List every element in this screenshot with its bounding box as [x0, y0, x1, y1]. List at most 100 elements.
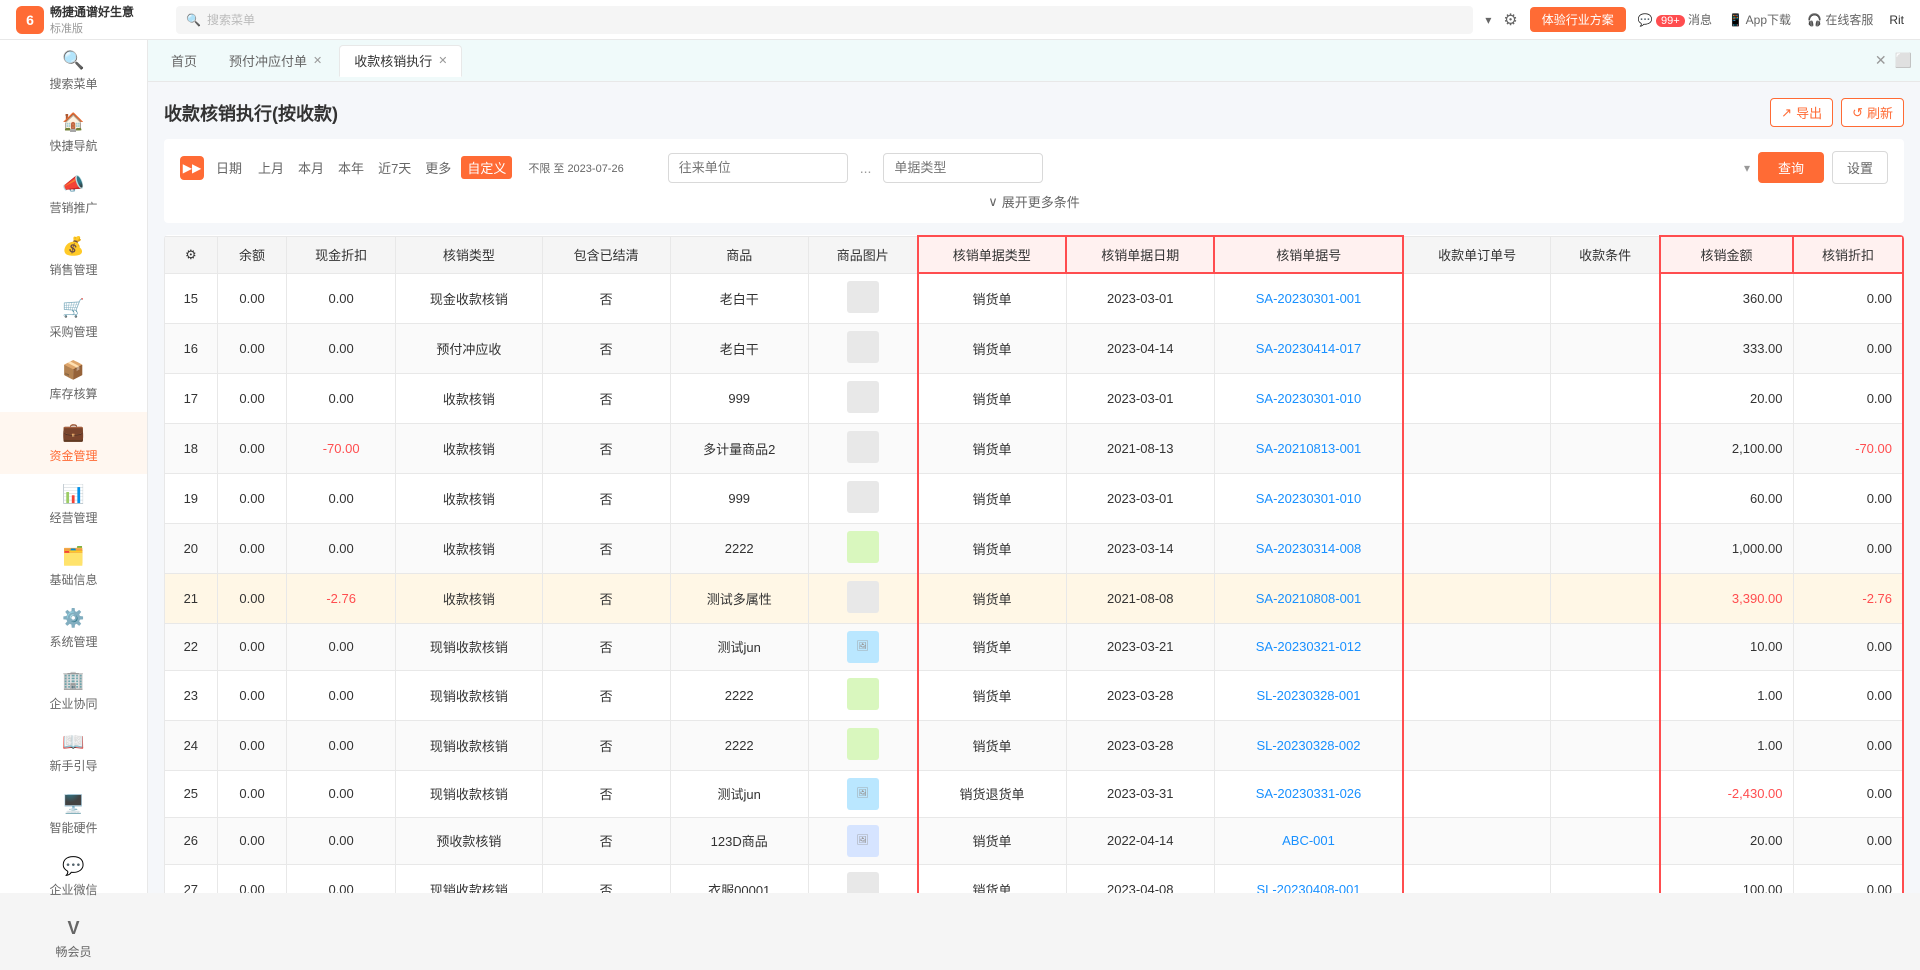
write-off-no-link[interactable]: SA-20230414-017	[1256, 341, 1362, 356]
write-off-no-link[interactable]: SL-20230328-001	[1256, 688, 1360, 703]
table-header-row: ⚙ 余额 现金折扣 核销类型 包含已结清 商品 商品图片 核销单据类型 核销单据…	[165, 236, 1904, 273]
write-off-no-link[interactable]: SA-20210808-001	[1256, 591, 1362, 606]
cell-receipt-no	[1403, 573, 1551, 623]
query-button[interactable]: 查询	[1758, 152, 1824, 183]
expand-down-icon: ∨	[988, 194, 998, 210]
cell-write-off-no: SL-20230328-002	[1214, 720, 1403, 770]
date-7days-btn[interactable]: 近7天	[374, 156, 415, 179]
date-custom-btn[interactable]: 自定义	[461, 156, 512, 179]
tab-home-label: 首页	[171, 51, 197, 70]
dropdown-arrow[interactable]: ▾	[1485, 13, 1491, 27]
sidebar-item-guide[interactable]: 📖 新手引导	[0, 722, 147, 784]
write-off-no-link[interactable]: SA-20230301-010	[1256, 391, 1362, 406]
cell-write-off-date: 2023-03-01	[1066, 373, 1214, 423]
settings-gear-icon[interactable]: ⚙	[1503, 10, 1517, 30]
tab-prepay-label: 预付冲应付单	[229, 51, 307, 70]
sidebar-item-marketing[interactable]: 📣 营销推广	[0, 164, 147, 226]
cell-balance: 0.00	[217, 864, 287, 893]
sidebar-item-label: 经营管理	[49, 509, 97, 526]
sidebar-item-label: 系统管理	[49, 633, 97, 650]
sidebar-item-vip[interactable]: V 畅会员	[0, 908, 147, 970]
th-settings[interactable]: ⚙	[165, 236, 218, 273]
th-write-off-discount: 核销折扣	[1793, 236, 1903, 273]
date-more-btn[interactable]: 更多	[421, 156, 455, 179]
chevron-right-icon: ▶▶	[183, 161, 201, 175]
sidebar: 🔍 搜索菜单 🏠 快捷导航 📣 营销推广 💰 销售管理 🛒 采购管理 📦 库存核…	[0, 40, 148, 893]
single-type-input[interactable]	[883, 153, 1043, 183]
tab-home[interactable]: 首页	[156, 45, 212, 77]
cell-write-off-discount: 0.00	[1793, 720, 1903, 770]
cell-type: 预收款核销	[395, 817, 542, 864]
cell-write-off-no: SA-20230314-008	[1214, 523, 1403, 573]
tab-collection[interactable]: 收款核销执行 ✕	[339, 45, 462, 77]
cell-cash-discount: -2.76	[287, 573, 395, 623]
sidebar-item-operation[interactable]: 📊 经营管理	[0, 474, 147, 536]
sidebar-item-enterprise[interactable]: 🏢 企业协同	[0, 660, 147, 722]
sidebar-item-wechat[interactable]: 💬 企业微信	[0, 846, 147, 908]
cell-product-img: 🖼	[808, 623, 917, 670]
cell-type: 现销收款核销	[395, 770, 542, 817]
sidebar-item-basic-info[interactable]: 🗂️ 基础信息	[0, 536, 147, 598]
message-icon[interactable]: 💬 99+ 消息	[1638, 11, 1712, 28]
table-row: 20 0.00 0.00 收款核销 否 2222 销货单 2023-03-14 …	[165, 523, 1904, 573]
maximize-icon[interactable]: ⬜	[1895, 52, 1912, 69]
date-this-month-btn[interactable]: 本月	[294, 156, 328, 179]
write-off-no-link[interactable]: SA-20230321-012	[1256, 639, 1362, 654]
online-service[interactable]: 🎧 在线客服	[1807, 11, 1873, 28]
filter-collapse-btn[interactable]: ▶▶	[180, 156, 204, 180]
sidebar-item-sales[interactable]: 💰 销售管理	[0, 226, 147, 288]
write-off-no-link[interactable]: SA-20210813-001	[1256, 441, 1362, 456]
tab-prepay[interactable]: 预付冲应付单 ✕	[214, 45, 337, 77]
tab-prepay-close[interactable]: ✕	[313, 54, 322, 67]
date-last-month-btn[interactable]: 上月	[254, 156, 288, 179]
write-off-no-link[interactable]: SA-20230301-010	[1256, 491, 1362, 506]
cell-write-off-no: SA-20230414-017	[1214, 323, 1403, 373]
cell-write-off-date: 2023-03-01	[1066, 473, 1214, 523]
write-off-no-link[interactable]: SL-20230408-001	[1256, 882, 1360, 894]
cell-write-off-type: 销货单	[918, 864, 1066, 893]
cell-balance: 0.00	[217, 323, 287, 373]
filter-expand[interactable]: ∨ 展开更多条件	[180, 192, 1888, 211]
marketing-icon: 📣	[62, 174, 84, 195]
cell-product: 2222	[670, 523, 808, 573]
sidebar-item-hardware[interactable]: 🖥️ 智能硬件	[0, 784, 147, 846]
write-off-no-link[interactable]: SL-20230328-002	[1256, 738, 1360, 753]
page-title: 收款核销执行(按收款)	[164, 100, 338, 126]
cell-cash-discount: 0.00	[287, 670, 395, 720]
sidebar-item-quick-nav[interactable]: 🏠 快捷导航	[0, 102, 147, 164]
write-off-no-link[interactable]: SA-20230314-008	[1256, 541, 1362, 556]
th-cash-discount: 现金折扣	[287, 236, 395, 273]
refresh-icon: ↺	[1852, 105, 1863, 121]
cell-write-off-date: 2023-04-08	[1066, 864, 1214, 893]
write-off-no-link[interactable]: SA-20230331-026	[1256, 786, 1362, 801]
write-off-no-link[interactable]: ABC-001	[1282, 833, 1335, 848]
cell-included: 否	[542, 720, 670, 770]
cell-product-img	[808, 423, 917, 473]
cell-included: 否	[542, 864, 670, 893]
tab-collection-close[interactable]: ✕	[438, 54, 447, 67]
th-receipt-cond: 收款条件	[1551, 236, 1660, 273]
sidebar-item-purchase[interactable]: 🛒 采购管理	[0, 288, 147, 350]
cell-id: 15	[165, 273, 218, 323]
top-search[interactable]: 🔍 搜索菜单	[176, 6, 1473, 34]
cell-receipt-cond	[1551, 670, 1660, 720]
tab-bar-right: ✕ ⬜	[1875, 52, 1912, 69]
hardware-icon: 🖥️	[62, 794, 84, 815]
cell-write-off-discount: 0.00	[1793, 623, 1903, 670]
export-button[interactable]: ↗ 导出	[1770, 98, 1833, 127]
from-unit-input[interactable]	[668, 153, 848, 183]
sidebar-item-capital[interactable]: 💼 资金管理	[0, 412, 147, 474]
date-this-year-btn[interactable]: 本年	[334, 156, 368, 179]
sidebar-item-inventory[interactable]: 📦 库存核算	[0, 350, 147, 412]
cell-receipt-cond	[1551, 817, 1660, 864]
cell-receipt-no	[1403, 770, 1551, 817]
sidebar-item-system[interactable]: ⚙️ 系统管理	[0, 598, 147, 660]
refresh-button[interactable]: ↺ 刷新	[1841, 98, 1904, 127]
setting-button[interactable]: 设置	[1832, 151, 1888, 184]
close-all-icon[interactable]: ✕	[1875, 52, 1887, 69]
write-off-no-link[interactable]: SA-20230301-001	[1256, 291, 1362, 306]
sidebar-item-search[interactable]: 🔍 搜索菜单	[0, 40, 147, 102]
app-download[interactable]: 📱 App下载	[1728, 11, 1791, 28]
cell-cash-discount: 0.00	[287, 623, 395, 670]
solution-button[interactable]: 体验行业方案	[1530, 7, 1626, 32]
